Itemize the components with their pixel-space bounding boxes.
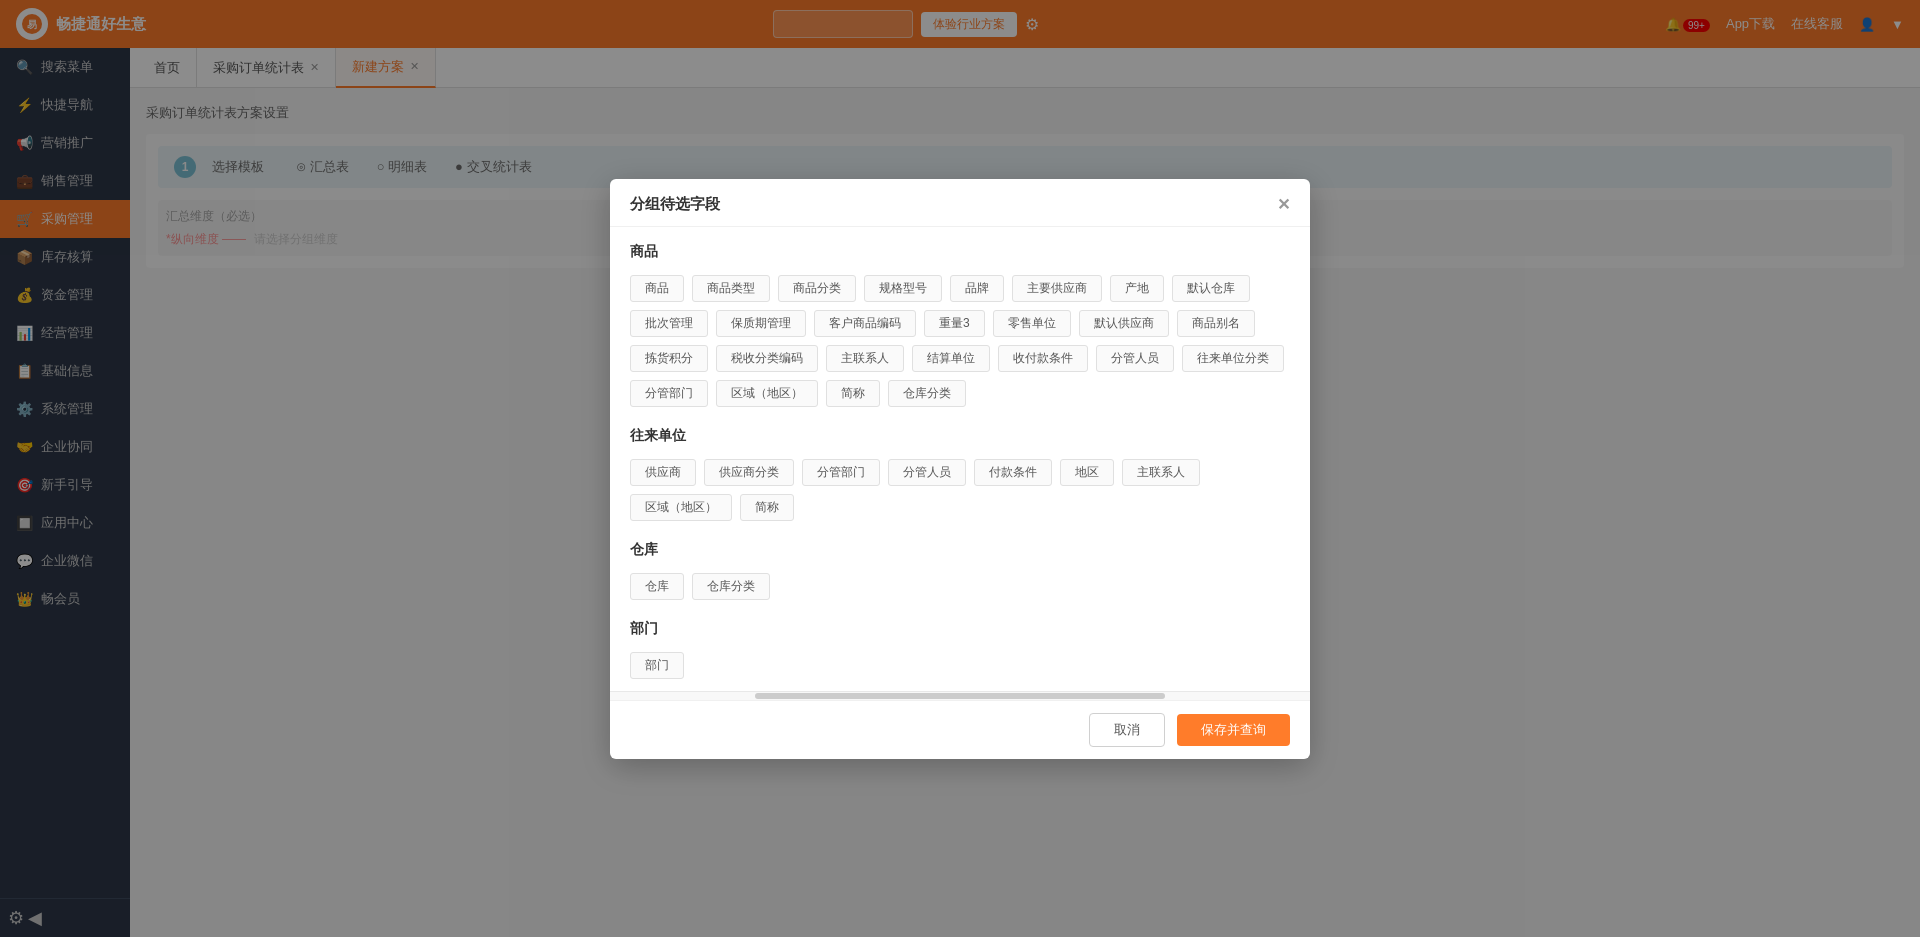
field-tag-主联系人[interactable]: 主联系人 — [826, 345, 904, 372]
field-tag-简称[interactable]: 简称 — [826, 380, 880, 407]
field-tag-分管部门[interactable]: 分管部门 — [802, 459, 880, 486]
section-title-goods: 商品 — [630, 243, 1290, 265]
confirm-button[interactable]: 保存并查询 — [1177, 714, 1290, 746]
field-select-modal: 分组待选字段 ✕ 商品商品商品类型商品分类规格型号品牌主要供应商产地默认仓库批次… — [610, 179, 1310, 759]
field-tag-分管部门[interactable]: 分管部门 — [630, 380, 708, 407]
field-tag-商品别名[interactable]: 商品别名 — [1177, 310, 1255, 337]
field-tag-商品[interactable]: 商品 — [630, 275, 684, 302]
modal-overlay: 分组待选字段 ✕ 商品商品商品类型商品分类规格型号品牌主要供应商产地默认仓库批次… — [0, 0, 1920, 937]
field-tag-零售单位[interactable]: 零售单位 — [993, 310, 1071, 337]
field-tag-规格型号[interactable]: 规格型号 — [864, 275, 942, 302]
field-tag-重量3[interactable]: 重量3 — [924, 310, 985, 337]
cancel-button[interactable]: 取消 — [1089, 713, 1165, 747]
field-tag-简称[interactable]: 简称 — [740, 494, 794, 521]
field-tag-供应商分类[interactable]: 供应商分类 — [704, 459, 794, 486]
section-warehouse: 仓库仓库仓库分类 — [630, 541, 1290, 600]
field-tag-商品类型[interactable]: 商品类型 — [692, 275, 770, 302]
field-tag-税收分类编码[interactable]: 税收分类编码 — [716, 345, 818, 372]
modal-footer: 取消 保存并查询 — [610, 700, 1310, 759]
section-partner: 往来单位供应商供应商分类分管部门分管人员付款条件地区主联系人区域（地区） 简称 — [630, 427, 1290, 521]
field-tag-仓库分类[interactable]: 仓库分类 — [888, 380, 966, 407]
field-tag-品牌[interactable]: 品牌 — [950, 275, 1004, 302]
field-tags-warehouse: 仓库仓库分类 — [630, 573, 1290, 600]
modal-hscroll[interactable] — [610, 691, 1310, 700]
field-tag-保质期管理[interactable]: 保质期管理 — [716, 310, 806, 337]
section-department: 部门部门 — [630, 620, 1290, 679]
field-tag-收付款条件[interactable]: 收付款条件 — [998, 345, 1088, 372]
section-title-department: 部门 — [630, 620, 1290, 642]
field-tag-分管人员[interactable]: 分管人员 — [888, 459, 966, 486]
field-tag-结算单位[interactable]: 结算单位 — [912, 345, 990, 372]
section-title-warehouse: 仓库 — [630, 541, 1290, 563]
field-tags-partner: 供应商供应商分类分管部门分管人员付款条件地区主联系人区域（地区） 简称 — [630, 459, 1290, 521]
field-tag-批次管理[interactable]: 批次管理 — [630, 310, 708, 337]
field-tag-主要供应商[interactable]: 主要供应商 — [1012, 275, 1102, 302]
field-tag-区域（地区）[interactable]: 区域（地区） — [716, 380, 818, 407]
section-goods: 商品商品商品类型商品分类规格型号品牌主要供应商产地默认仓库批次管理保质期管理客户… — [630, 243, 1290, 407]
field-tag-商品分类[interactable]: 商品分类 — [778, 275, 856, 302]
field-tag-默认仓库[interactable]: 默认仓库 — [1172, 275, 1250, 302]
modal-close-icon[interactable]: ✕ — [1277, 195, 1290, 214]
field-tags-department: 部门 — [630, 652, 1290, 679]
field-tag-客户商品编码[interactable]: 客户商品编码 — [814, 310, 916, 337]
field-tag-产地[interactable]: 产地 — [1110, 275, 1164, 302]
field-tag-付款条件[interactable]: 付款条件 — [974, 459, 1052, 486]
field-tag-部门[interactable]: 部门 — [630, 652, 684, 679]
modal-title: 分组待选字段 — [630, 195, 720, 214]
field-tag-区域（地区）[interactable]: 区域（地区） — [630, 494, 732, 521]
field-tag-往来单位分类[interactable]: 往来单位分类 — [1182, 345, 1284, 372]
section-title-partner: 往来单位 — [630, 427, 1290, 449]
field-tag-地区[interactable]: 地区 — [1060, 459, 1114, 486]
field-tags-goods: 商品商品类型商品分类规格型号品牌主要供应商产地默认仓库批次管理保质期管理客户商品… — [630, 275, 1290, 407]
field-tag-分管人员[interactable]: 分管人员 — [1096, 345, 1174, 372]
field-tag-供应商[interactable]: 供应商 — [630, 459, 696, 486]
field-tag-仓库分类[interactable]: 仓库分类 — [692, 573, 770, 600]
field-tag-拣货积分[interactable]: 拣货积分 — [630, 345, 708, 372]
modal-header: 分组待选字段 ✕ — [610, 179, 1310, 227]
field-tag-默认供应商[interactable]: 默认供应商 — [1079, 310, 1169, 337]
field-tag-仓库[interactable]: 仓库 — [630, 573, 684, 600]
modal-body[interactable]: 商品商品商品类型商品分类规格型号品牌主要供应商产地默认仓库批次管理保质期管理客户… — [610, 227, 1310, 691]
field-tag-主联系人[interactable]: 主联系人 — [1122, 459, 1200, 486]
